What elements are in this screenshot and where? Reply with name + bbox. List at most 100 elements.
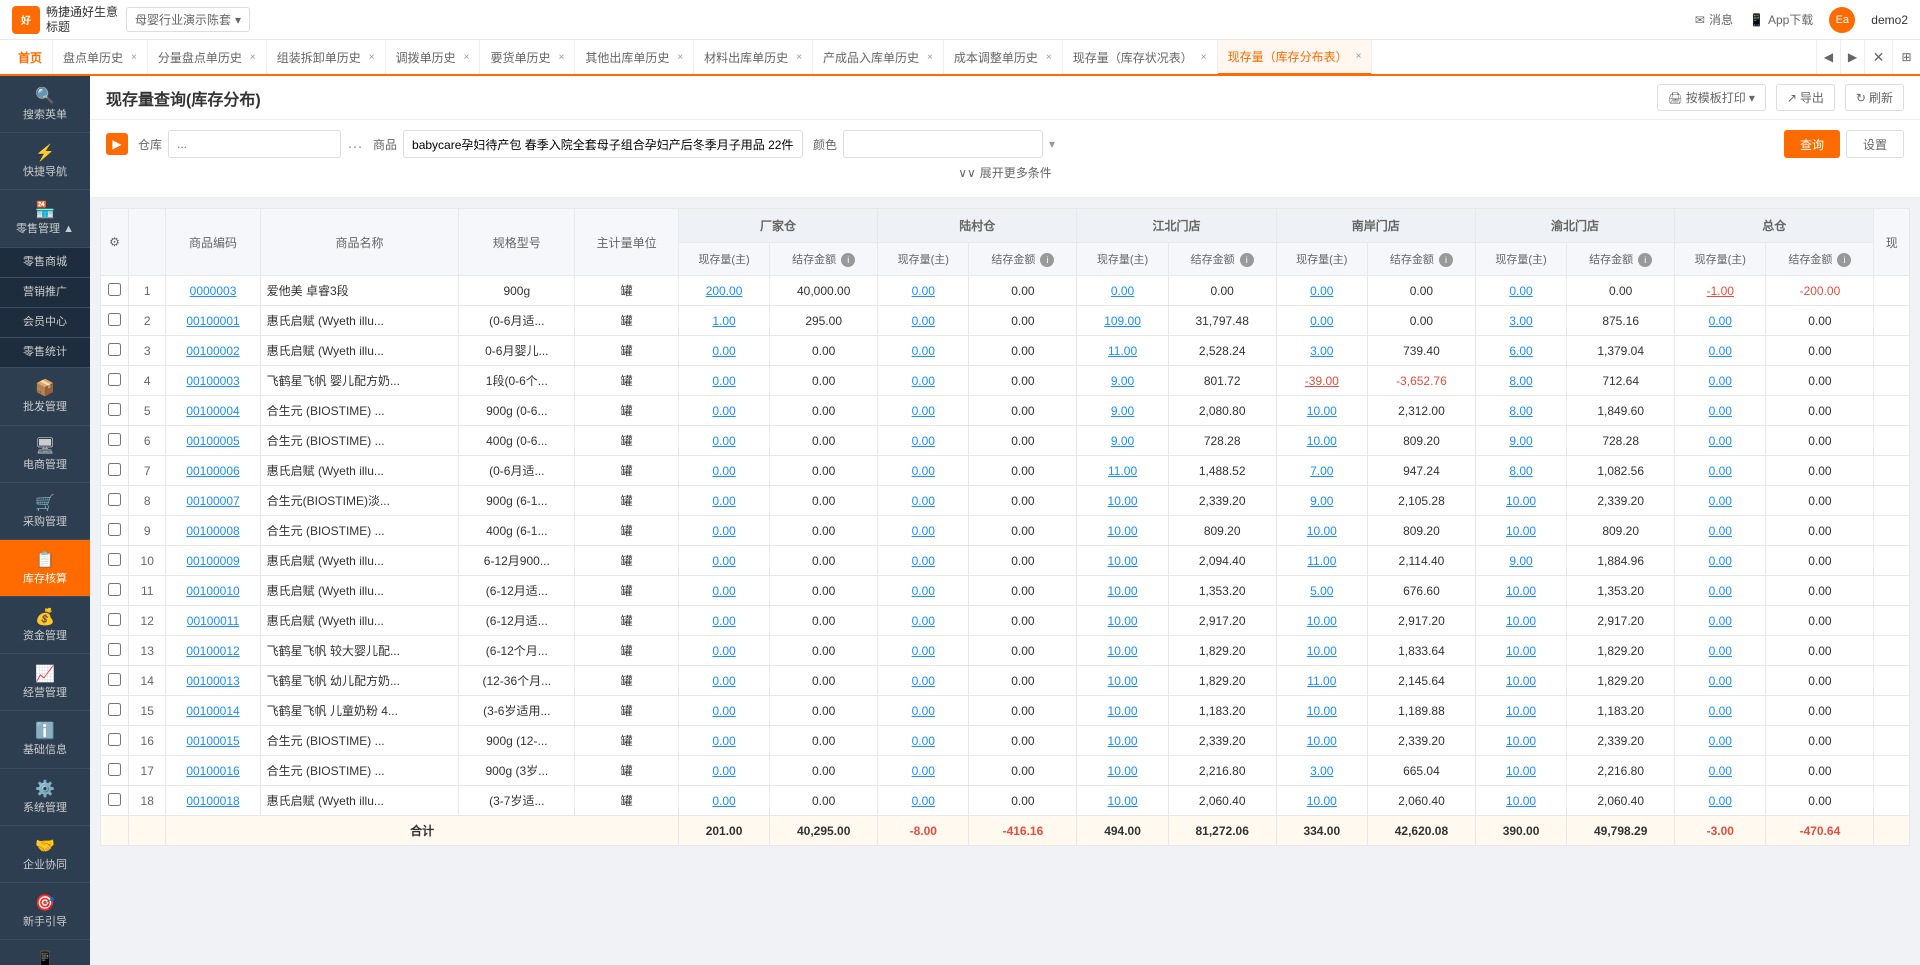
row-settings[interactable]	[101, 576, 129, 606]
row-yb-qty[interactable]: 8.00	[1475, 456, 1566, 486]
row-yb-qty[interactable]: 10.00	[1475, 606, 1566, 636]
sidebar-item-search[interactable]: 🔍 搜索英单	[0, 76, 90, 133]
row-lc-qty[interactable]: 0.00	[878, 276, 969, 306]
row-total-qty[interactable]: 0.00	[1675, 336, 1766, 366]
row-yb-qty[interactable]: 10.00	[1475, 726, 1566, 756]
tab-yaohuo[interactable]: 要货单历史 ×	[480, 40, 575, 75]
info-icon[interactable]: i	[1837, 253, 1851, 267]
row-fj-qty[interactable]: 0.00	[678, 756, 769, 786]
row-code[interactable]: 00100010	[166, 576, 260, 606]
row-total-qty[interactable]: 0.00	[1675, 636, 1766, 666]
row-checkbox[interactable]	[108, 763, 121, 776]
row-code[interactable]: 00100012	[166, 636, 260, 666]
refresh-button[interactable]: ↻ 刷新	[1845, 84, 1904, 111]
row-jb-qty[interactable]: 9.00	[1077, 426, 1168, 456]
row-yb-qty[interactable]: 6.00	[1475, 336, 1566, 366]
row-fj-qty[interactable]: 0.00	[678, 666, 769, 696]
row-jb-qty[interactable]: 10.00	[1077, 636, 1168, 666]
tab-xiancunfenbu[interactable]: 现存量（库存分布表） ×	[1218, 40, 1373, 75]
row-na-qty[interactable]: 10.00	[1276, 636, 1367, 666]
row-code[interactable]: 00100003	[166, 366, 260, 396]
row-yb-qty[interactable]: 10.00	[1475, 486, 1566, 516]
message-action[interactable]: ✉ 消息	[1695, 11, 1733, 28]
row-jb-qty[interactable]: 10.00	[1077, 786, 1168, 816]
row-yb-qty[interactable]: 9.00	[1475, 426, 1566, 456]
sidebar-item-wholesale[interactable]: 📦 批发管理	[0, 368, 90, 425]
row-total-qty[interactable]: 0.00	[1675, 576, 1766, 606]
close-icon[interactable]: ×	[677, 52, 683, 63]
close-icon[interactable]: ×	[464, 52, 470, 63]
row-yb-qty[interactable]: 10.00	[1475, 516, 1566, 546]
row-na-qty[interactable]: 10.00	[1276, 726, 1367, 756]
row-total-qty[interactable]: 0.00	[1675, 696, 1766, 726]
row-checkbox[interactable]	[108, 433, 121, 446]
sidebar-item-quicknav[interactable]: ⚡ 快捷导航	[0, 133, 90, 190]
row-settings[interactable]	[101, 606, 129, 636]
row-fj-qty[interactable]: 0.00	[678, 366, 769, 396]
row-lc-qty[interactable]: 0.00	[878, 756, 969, 786]
row-na-qty[interactable]: 0.00	[1276, 306, 1367, 336]
search-button[interactable]: 查询	[1784, 130, 1840, 158]
row-settings[interactable]	[101, 786, 129, 816]
row-total-qty[interactable]: 0.00	[1675, 666, 1766, 696]
close-icon[interactable]: ×	[927, 52, 933, 63]
row-settings[interactable]	[101, 366, 129, 396]
info-icon[interactable]: i	[1240, 253, 1254, 267]
row-code[interactable]: 0000003	[166, 276, 260, 306]
close-icon[interactable]: ×	[131, 52, 137, 63]
sidebar-item-member[interactable]: 会员中心	[0, 308, 90, 338]
row-total-qty[interactable]: 0.00	[1675, 606, 1766, 636]
row-yb-qty[interactable]: 8.00	[1475, 396, 1566, 426]
close-icon[interactable]: ×	[1201, 52, 1207, 63]
sidebar-item-operations[interactable]: 📈 经营管理	[0, 654, 90, 711]
row-total-qty[interactable]: 0.00	[1675, 456, 1766, 486]
info-icon[interactable]: i	[1439, 253, 1453, 267]
nav-next[interactable]: ▶	[1840, 40, 1864, 75]
row-lc-qty[interactable]: 0.00	[878, 426, 969, 456]
row-fj-qty[interactable]: 1.00	[678, 306, 769, 336]
row-yb-qty[interactable]: 3.00	[1475, 306, 1566, 336]
row-yb-qty[interactable]: 0.00	[1475, 276, 1566, 306]
row-jb-qty[interactable]: 10.00	[1077, 696, 1168, 726]
row-jb-qty[interactable]: 10.00	[1077, 606, 1168, 636]
row-fj-qty[interactable]: 0.00	[678, 426, 769, 456]
row-jb-qty[interactable]: 109.00	[1077, 306, 1168, 336]
close-icon[interactable]: ×	[1356, 51, 1362, 62]
row-yb-qty[interactable]: 10.00	[1475, 786, 1566, 816]
row-jb-qty[interactable]: 10.00	[1077, 726, 1168, 756]
row-settings[interactable]	[101, 726, 129, 756]
row-na-qty[interactable]: 10.00	[1276, 426, 1367, 456]
row-na-qty[interactable]: 3.00	[1276, 756, 1367, 786]
row-fj-qty[interactable]: 0.00	[678, 486, 769, 516]
row-fj-qty[interactable]: 0.00	[678, 396, 769, 426]
row-code[interactable]: 00100014	[166, 696, 260, 726]
row-lc-qty[interactable]: 0.00	[878, 456, 969, 486]
row-na-qty[interactable]: 3.00	[1276, 336, 1367, 366]
row-jb-qty[interactable]: 10.00	[1077, 516, 1168, 546]
tab-cailiaochuku[interactable]: 材料出库单历史 ×	[694, 40, 813, 75]
info-icon[interactable]: i	[1638, 253, 1652, 267]
row-fj-qty[interactable]: 0.00	[678, 576, 769, 606]
sidebar-item-retailmall[interactable]: 零售商城	[0, 248, 90, 278]
row-settings[interactable]	[101, 696, 129, 726]
row-na-qty[interactable]: 9.00	[1276, 486, 1367, 516]
sidebar-item-enterprise[interactable]: 🤝 企业协同	[0, 826, 90, 883]
sidebar-item-guide[interactable]: 🎯 新手引导	[0, 883, 90, 940]
tab-chengpinruku[interactable]: 产成品入库单历史 ×	[813, 40, 944, 75]
row-lc-qty[interactable]: 0.00	[878, 396, 969, 426]
row-checkbox[interactable]	[108, 343, 121, 356]
row-code[interactable]: 00100009	[166, 546, 260, 576]
row-lc-qty[interactable]: 0.00	[878, 636, 969, 666]
row-fj-qty[interactable]: 0.00	[678, 606, 769, 636]
row-jb-qty[interactable]: 10.00	[1077, 546, 1168, 576]
nav-close-all[interactable]: ✕	[1864, 40, 1892, 75]
tab-zuzhuan[interactable]: 组装拆卸单历史 ×	[267, 40, 386, 75]
row-total-qty[interactable]: 0.00	[1675, 366, 1766, 396]
nav-prev[interactable]: ◀	[1816, 40, 1840, 75]
row-jb-qty[interactable]: 10.00	[1077, 666, 1168, 696]
tab-qitachuku[interactable]: 其他出库单历史 ×	[575, 40, 694, 75]
row-code[interactable]: 00100001	[166, 306, 260, 336]
row-fj-qty[interactable]: 0.00	[678, 546, 769, 576]
row-na-qty[interactable]: 11.00	[1276, 666, 1367, 696]
row-yb-qty[interactable]: 10.00	[1475, 576, 1566, 606]
